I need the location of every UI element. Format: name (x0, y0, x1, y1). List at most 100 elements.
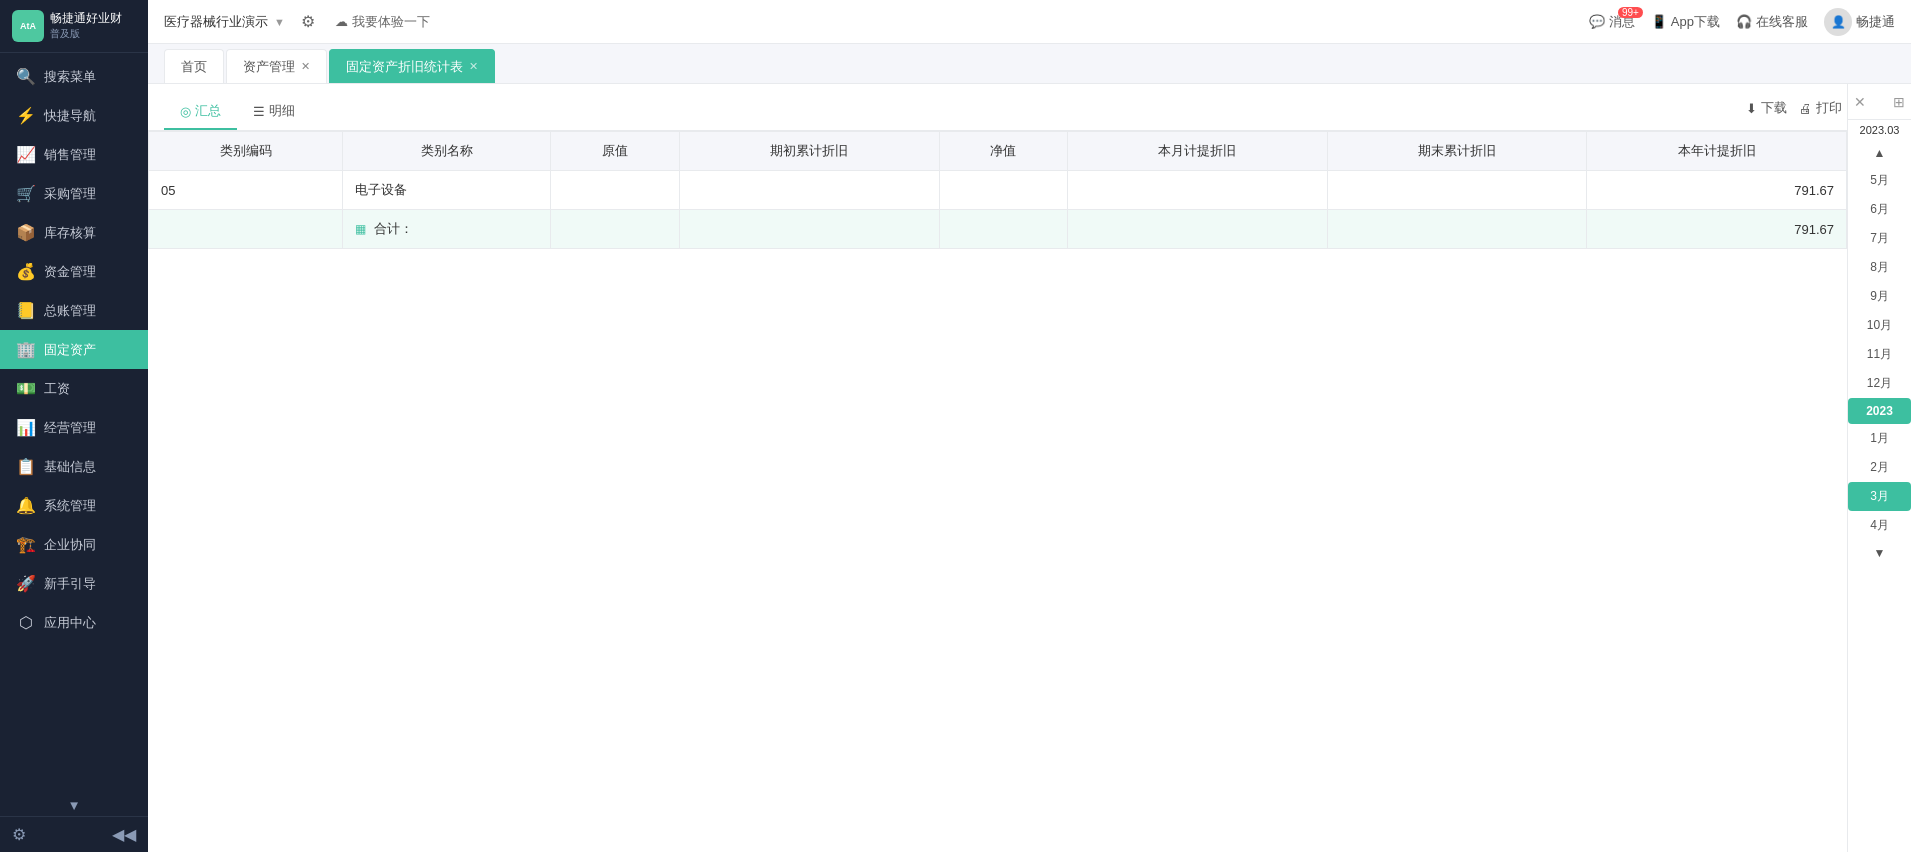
sidebar-label-sales: 销售管理 (44, 146, 96, 164)
right-date-panel: ✕ ⊞ 2023.03 ▲ 5月 6月 7月 8月 9月 10月 11月 12月… (1847, 84, 1911, 852)
sales-icon: 📈 (16, 145, 36, 164)
sidebar-label-inventory: 库存核算 (44, 224, 96, 242)
search-icon: 🔍 (16, 67, 36, 86)
nav-down[interactable]: ▼ (1848, 540, 1911, 566)
tab-asset-mgmt[interactable]: 资产管理 ✕ (226, 49, 327, 83)
cell-name: 电子设备 (343, 171, 551, 210)
collapse-icon[interactable]: ◀◀ (112, 825, 136, 844)
sub-tab-detail[interactable]: ☰ 明细 (237, 94, 311, 130)
col-original-value: 原值 (551, 132, 680, 171)
col-name: 类别名称 (343, 132, 551, 171)
tab-home-label: 首页 (181, 58, 207, 76)
cell-opening-dep (679, 171, 939, 210)
tab-home[interactable]: 首页 (164, 49, 224, 83)
app-download-label: App下载 (1671, 13, 1720, 31)
tab-fixed-asset-depreciation-close-icon[interactable]: ✕ (469, 60, 478, 73)
table-row: 05 电子设备 791.67 (149, 171, 1847, 210)
sidebar-scroll-down[interactable]: ▼ (0, 794, 148, 816)
month-3[interactable]: 3月 (1848, 482, 1911, 511)
company-selector[interactable]: 医疗器械行业演示 ▼ (164, 13, 285, 31)
user-name: 畅捷通 (1856, 13, 1895, 31)
nav-up[interactable]: ▲ (1848, 140, 1911, 166)
sidebar-item-capital[interactable]: 💰资金管理 (0, 252, 148, 291)
sub-tab-bar: ◎ 汇总 ☰ 明细 ⬇ 下载 🖨 打印 ↻ 刷新 (148, 84, 1911, 131)
company-name: 医疗器械行业演示 (164, 13, 268, 31)
tab-asset-mgmt-close-icon[interactable]: ✕ (301, 60, 310, 73)
cell-code: 05 (149, 171, 343, 210)
month-9[interactable]: 9月 (1848, 282, 1911, 311)
operations-icon: 📊 (16, 418, 36, 437)
sidebar-label-quick-nav: 快捷导航 (44, 107, 96, 125)
fixed-assets-icon: 🏢 (16, 340, 36, 359)
app-center-icon: ⬡ (16, 613, 36, 632)
sub-tab-summary[interactable]: ◎ 汇总 (164, 94, 237, 130)
sidebar-label-guide: 新手引导 (44, 575, 96, 593)
month-12[interactable]: 12月 (1848, 369, 1911, 398)
app-edition: 普及版 (50, 27, 122, 41)
col-annual-dep: 本年计提折旧 (1587, 132, 1847, 171)
sidebar-nav: 🔍搜索菜单⚡快捷导航 📈 销售管理 🛒采购管理📦库存核算💰资金管理📒总账管理 🏢 固定资产… (0, 53, 148, 794)
sidebar-label-payroll: 工资 (44, 380, 70, 398)
month-7[interactable]: 7月 (1848, 224, 1911, 253)
message-icon: 💬 (1589, 14, 1605, 29)
total-label: 合计： (374, 221, 413, 236)
header-right: 💬 消息 99+ 📱 App下载 🎧 在线客服 👤 畅捷通 (1589, 8, 1895, 36)
date-panel-expand-icon[interactable]: ⊞ (1893, 94, 1905, 110)
print-button[interactable]: 🖨 打印 (1799, 99, 1842, 117)
month-11[interactable]: 11月 (1848, 340, 1911, 369)
user-profile[interactable]: 👤 畅捷通 (1824, 8, 1895, 36)
tab-fixed-asset-depreciation[interactable]: 固定资产折旧统计表 ✕ (329, 49, 495, 83)
col-closing-dep: 期末累计折旧 (1327, 132, 1587, 171)
sidebar-item-basic-info[interactable]: 📋基础信息 (0, 447, 148, 486)
col-monthly-dep: 本月计提折旧 (1068, 132, 1328, 171)
message-button[interactable]: 💬 消息 99+ (1589, 13, 1635, 31)
print-label: 打印 (1816, 99, 1842, 117)
download-icon: ⬇ (1746, 101, 1757, 116)
sidebar-item-enterprise[interactable]: 🏗️企业协同 (0, 525, 148, 564)
date-panel-close-icon[interactable]: ✕ (1854, 94, 1866, 110)
download-button[interactable]: ⬇ 下载 (1746, 99, 1787, 117)
content-area: ◎ 汇总 ☰ 明细 ⬇ 下载 🖨 打印 ↻ 刷新 (148, 84, 1911, 852)
header-settings-icon[interactable]: ⚙ (301, 12, 315, 31)
sidebar-item-quick-nav[interactable]: ⚡快捷导航 (0, 96, 148, 135)
sidebar-item-fixed-assets[interactable]: 🏢 固定资产 (0, 330, 148, 369)
sidebar-item-system[interactable]: 🔔系统管理 (0, 486, 148, 525)
app-name: 畅捷通好业财 (50, 11, 122, 27)
sidebar-item-app-center[interactable]: ⬡应用中心 (0, 603, 148, 642)
tab-fixed-asset-depreciation-label: 固定资产折旧统计表 (346, 58, 463, 76)
month-1[interactable]: 1月 (1848, 424, 1911, 453)
month-4[interactable]: 4月 (1848, 511, 1911, 540)
sidebar-item-purchase[interactable]: 🛒采购管理 (0, 174, 148, 213)
tab-asset-mgmt-label: 资产管理 (243, 58, 295, 76)
table-header-row: 类别编码 类别名称 原值 期初累计折旧 净值 本月计提折旧 期末累计折旧 本年计… (149, 132, 1847, 171)
logo-text-block: 畅捷通好业财 普及版 (50, 11, 122, 41)
year-2023[interactable]: 2023 (1848, 398, 1911, 424)
settings-bottom-icon[interactable]: ⚙ (12, 825, 26, 844)
month-2[interactable]: 2月 (1848, 453, 1911, 482)
month-6[interactable]: 6月 (1848, 195, 1911, 224)
sidebar-item-guide[interactable]: 🚀新手引导 (0, 564, 148, 603)
online-service-button[interactable]: 🎧 在线客服 (1736, 13, 1808, 31)
detail-icon: ☰ (253, 104, 265, 119)
sidebar-item-operations[interactable]: 📊经营管理 (0, 408, 148, 447)
experience-label: 我要体验一下 (352, 13, 430, 31)
system-icon: 🔔 (16, 496, 36, 515)
sidebar: AtA 畅捷通好业财 普及版 🔍搜索菜单⚡快捷导航 📈 销售管理 🛒采购管理📦库存核算… (0, 0, 148, 852)
month-8[interactable]: 8月 (1848, 253, 1911, 282)
date-panel-title: 2023.03 (1848, 120, 1911, 140)
total-original-value (551, 210, 680, 249)
sidebar-item-payroll[interactable]: 💵工资 (0, 369, 148, 408)
online-service-icon: 🎧 (1736, 14, 1752, 29)
experience-button[interactable]: ☁ 我要体验一下 (335, 13, 430, 31)
month-5[interactable]: 5月 (1848, 166, 1911, 195)
sidebar-item-sales[interactable]: 📈 销售管理 (0, 135, 148, 174)
total-empty-code (149, 210, 343, 249)
sidebar-item-inventory[interactable]: 📦库存核算 (0, 213, 148, 252)
month-10[interactable]: 10月 (1848, 311, 1911, 340)
sidebar-item-ledger[interactable]: 📒总账管理 (0, 291, 148, 330)
app-download-button[interactable]: 📱 App下载 (1651, 13, 1720, 31)
basic-info-icon: 📋 (16, 457, 36, 476)
logo-icon: AtA (12, 10, 44, 42)
sidebar-item-search[interactable]: 🔍搜索菜单 (0, 57, 148, 96)
sidebar-label-fixed-assets: 固定资产 (44, 341, 96, 359)
